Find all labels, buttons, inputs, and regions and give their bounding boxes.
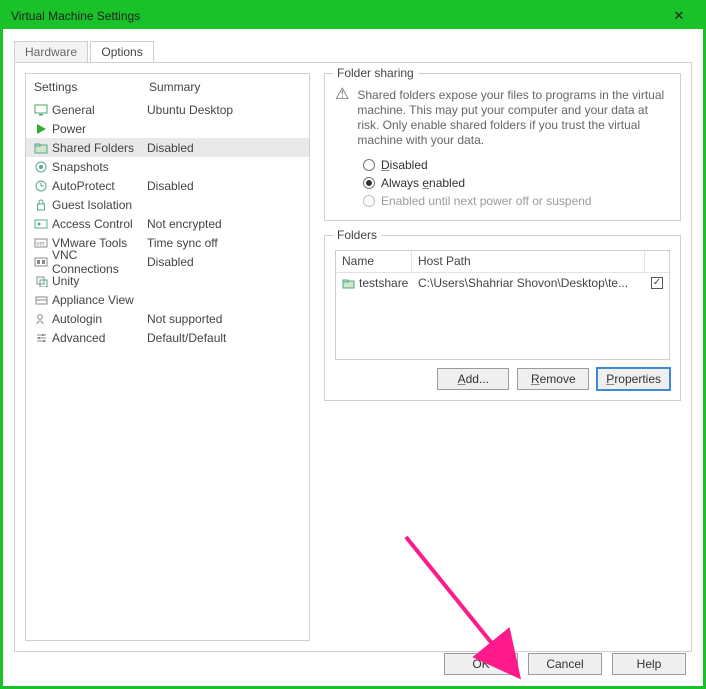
settings-item-label: AutoProtect — [52, 179, 147, 193]
settings-item-vnc[interactable]: VNC Connections Disabled — [26, 252, 309, 271]
folders-table-row[interactable]: testshare C:\Users\Shahriar Shovon\Deskt… — [336, 273, 669, 293]
folder-sharing-warning: Shared folders expose your files to prog… — [357, 88, 670, 148]
properties-button[interactable]: Properties — [597, 368, 670, 390]
settings-item-summary: Disabled — [147, 179, 194, 193]
settings-item-power[interactable]: Power — [26, 119, 309, 138]
add-button[interactable]: Add... — [437, 368, 509, 390]
help-button[interactable]: Help — [612, 653, 686, 675]
settings-item-summary: Not encrypted — [147, 217, 222, 231]
ok-button[interactable]: OK — [444, 653, 518, 675]
settings-item-advanced[interactable]: Advanced Default/Default — [26, 328, 309, 347]
settings-item-label: Appliance View — [52, 293, 147, 307]
settings-item-summary: Default/Default — [147, 331, 226, 345]
settings-item-summary: Disabled — [147, 255, 194, 269]
col-enabled — [645, 251, 669, 273]
settings-item-summary: Time sync off — [147, 236, 218, 250]
folders-legend: Folders — [333, 228, 381, 242]
settings-item-label: Snapshots — [52, 160, 147, 174]
tab-options[interactable]: Options — [90, 41, 153, 62]
radio-disabled[interactable]: Disabled — [363, 158, 670, 172]
cancel-button[interactable]: Cancel — [528, 653, 602, 675]
monitor-icon — [32, 102, 50, 118]
radio-icon — [363, 177, 375, 189]
folder-icon — [342, 278, 355, 289]
radio-label: Enabled until next power off or suspend — [381, 194, 592, 208]
settings-item-label: Guest Isolation — [52, 198, 147, 212]
settings-item-summary: Disabled — [147, 141, 194, 155]
unity-icon — [32, 273, 50, 289]
col-summary: Summary — [149, 80, 200, 94]
warning-icon: ⚠ — [335, 88, 349, 148]
folders-table-header: Name Host Path — [336, 251, 669, 273]
settings-item-snapshots[interactable]: Snapshots — [26, 157, 309, 176]
folders-table[interactable]: Name Host Path testshare C:\Users\Shahri… — [335, 250, 670, 360]
tabstrip: Hardware Options — [14, 40, 700, 62]
radio-icon — [363, 195, 375, 207]
radio-label: Disabled — [381, 158, 428, 172]
settings-item-summary: Ubuntu Desktop — [147, 103, 233, 117]
settings-item-autoprotect[interactable]: AutoProtect Disabled — [26, 176, 309, 195]
settings-item-label: VNC Connections — [52, 248, 147, 276]
clock-icon — [32, 178, 50, 194]
snapshot-icon — [32, 159, 50, 175]
folder-enabled-checkbox[interactable]: ✓ — [651, 277, 663, 289]
folder-name: testshare — [359, 276, 408, 290]
col-host-path[interactable]: Host Path — [412, 251, 645, 273]
folder-sharing-group: Folder sharing ⚠ Shared folders expose y… — [324, 73, 681, 221]
settings-list-header: Settings Summary — [26, 74, 309, 100]
vnc-icon — [32, 254, 50, 270]
user-key-icon — [32, 311, 50, 327]
settings-item-shared-folders[interactable]: Shared Folders Disabled — [26, 138, 309, 157]
settings-item-label: Shared Folders — [52, 141, 147, 155]
options-panel: Settings Summary General Ubuntu Desktop … — [14, 62, 692, 652]
vm-settings-window: Virtual Machine Settings ✕ Hardware Opti… — [0, 0, 706, 689]
sliders-icon — [32, 330, 50, 346]
settings-item-unity[interactable]: Unity — [26, 271, 309, 290]
radio-enabled-until: Enabled until next power off or suspend — [363, 194, 670, 208]
col-name[interactable]: Name — [336, 251, 412, 273]
settings-item-label: Access Control — [52, 217, 147, 231]
settings-item-general[interactable]: General Ubuntu Desktop — [26, 100, 309, 119]
col-settings: Settings — [34, 80, 149, 94]
radio-label: Always enabled — [381, 176, 465, 190]
settings-item-summary: Not supported — [147, 312, 222, 326]
settings-item-label: Advanced — [52, 331, 147, 345]
settings-item-label: Power — [52, 122, 147, 136]
folder-shared-icon — [32, 140, 50, 156]
radio-icon — [363, 159, 375, 171]
settings-item-access-control[interactable]: Access Control Not encrypted — [26, 214, 309, 233]
settings-list[interactable]: Settings Summary General Ubuntu Desktop … — [25, 73, 310, 641]
settings-item-label: General — [52, 103, 147, 117]
remove-button[interactable]: Remove — [517, 368, 589, 390]
lock-icon — [32, 197, 50, 213]
titlebar: Virtual Machine Settings ✕ — [3, 3, 703, 29]
folder-host-path: C:\Users\Shahriar Shovon\Desktop\te... — [412, 274, 645, 292]
appliance-icon — [32, 292, 50, 308]
settings-item-appliance-view[interactable]: Appliance View — [26, 290, 309, 309]
play-icon — [32, 121, 50, 137]
settings-item-label: Unity — [52, 274, 147, 288]
tab-hardware[interactable]: Hardware — [14, 41, 88, 62]
folder-sharing-legend: Folder sharing — [333, 66, 418, 80]
close-button[interactable]: ✕ — [659, 6, 699, 26]
folders-group: Folders Name Host Path testshare — [324, 235, 681, 401]
svg-text:vm: vm — [37, 241, 45, 247]
settings-item-guest-isolation[interactable]: Guest Isolation — [26, 195, 309, 214]
tools-icon: vm — [32, 235, 50, 251]
settings-item-autologin[interactable]: Autologin Not supported — [26, 309, 309, 328]
dialog-footer: OK Cancel Help — [444, 653, 686, 675]
key-icon — [32, 216, 50, 232]
radio-always-enabled[interactable]: Always enabled — [363, 176, 670, 190]
window-title: Virtual Machine Settings — [11, 9, 659, 23]
settings-item-label: Autologin — [52, 312, 147, 326]
